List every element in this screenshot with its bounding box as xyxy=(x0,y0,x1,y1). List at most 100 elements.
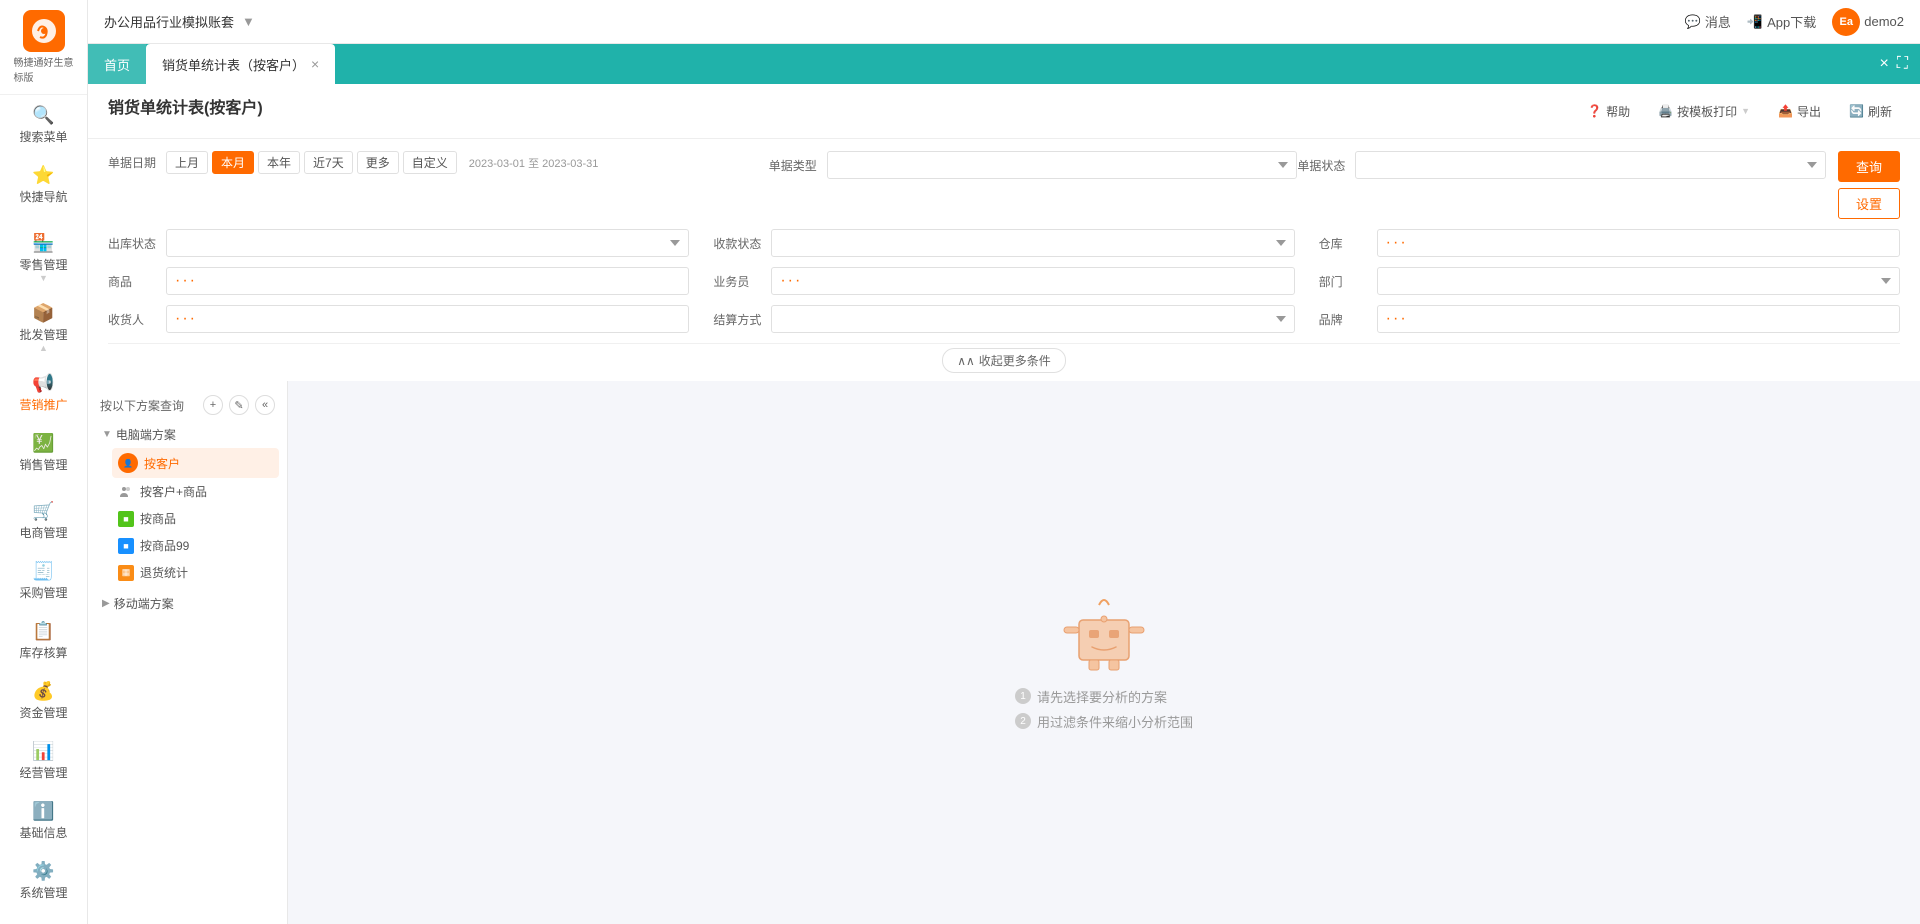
industry-dropdown-icon[interactable]: ▼ xyxy=(242,14,255,29)
by-customer-goods-icon xyxy=(118,484,134,500)
tab-sales-stat[interactable]: 销货单统计表（按客户） × xyxy=(146,44,335,84)
warehouse-input[interactable]: ··· xyxy=(1377,229,1900,257)
finance-icon: 💰 xyxy=(32,681,54,702)
tree-child-return-stat[interactable]: ▦ 退货统计 xyxy=(112,559,279,586)
retail-icon: 🏪 xyxy=(32,233,54,254)
by-goods-icon-text: ■ xyxy=(123,514,128,524)
sidebar-item-quicknav[interactable]: ⭐ 快捷导航 xyxy=(0,155,87,215)
appdownload-button[interactable]: 📲 App下载 xyxy=(1747,12,1816,31)
sidebar-item-ecommerce[interactable]: 🛒 电商管理 xyxy=(0,491,87,551)
operation-icon: 📊 xyxy=(32,741,54,762)
doctype-select[interactable] xyxy=(827,151,1298,179)
tree-parent-desktop[interactable]: ▼ 电脑端方案 xyxy=(96,421,279,448)
sidebar-item-basic-label: 基础信息 xyxy=(19,824,67,841)
tab-sales-stat-label: 销货单统计表（按客户） xyxy=(162,55,305,74)
wholesale-arrow-icon: ▲ xyxy=(39,343,48,353)
tabbar: 首页 销货单统计表（按客户） × × ⛶ xyxy=(88,44,1920,84)
logo-main-text: 畅捷通好生意 xyxy=(14,54,74,69)
date-btn-this-month[interactable]: 本月 xyxy=(212,151,254,174)
receiver-input[interactable]: ··· xyxy=(166,305,689,333)
refresh-button[interactable]: 🔄 刷新 xyxy=(1841,99,1900,124)
collapse-row: ∧∧ 收起更多条件 xyxy=(108,343,1900,381)
docstatus-select[interactable] xyxy=(1355,151,1826,179)
sidebar-item-purchase[interactable]: 🧾 采购管理 xyxy=(0,551,87,611)
help-icon: ❓ xyxy=(1587,104,1602,118)
settlement-select[interactable] xyxy=(771,305,1294,333)
print-button[interactable]: 🖨️ 按模板打印 ▼ xyxy=(1650,99,1758,124)
message-button[interactable]: 💬 消息 xyxy=(1685,12,1731,31)
sidebar-item-inventory[interactable]: 📋 库存核算 xyxy=(0,611,87,671)
department-label: 部门 xyxy=(1319,273,1369,290)
department-select[interactable] xyxy=(1377,267,1900,295)
goods-input[interactable]: ··· xyxy=(166,267,689,295)
date-btn-more[interactable]: 更多 xyxy=(357,151,399,174)
export-button[interactable]: 📤 导出 xyxy=(1770,99,1829,124)
sidebar-item-search[interactable]: 🔍 搜索菜单 xyxy=(0,95,87,155)
edit-icon: ✎ xyxy=(234,399,243,412)
sidebar-item-sales[interactable]: 💹 销售管理 xyxy=(0,423,87,483)
tree-parent-mobile-label: 移动端方案 xyxy=(114,595,174,612)
marketing-icon: 📢 xyxy=(32,373,54,394)
body-area: 按以下方案查询 + ✎ « xyxy=(88,381,1920,924)
date-btn-this-year[interactable]: 本年 xyxy=(258,151,300,174)
sidebar-item-operation[interactable]: 📊 经营管理 xyxy=(0,731,87,791)
message-icon: 💬 xyxy=(1685,14,1701,30)
sidebar-item-search-label: 搜索菜单 xyxy=(19,128,67,145)
help-label: 帮助 xyxy=(1606,103,1630,120)
tab-home-label: 首页 xyxy=(104,55,130,74)
tab-close-icon[interactable]: × xyxy=(311,57,319,71)
sidebar-item-marketing[interactable]: 📢 营销推广 xyxy=(0,363,87,423)
docstatus-filter-label: 单据状态 xyxy=(1297,157,1347,174)
tab-close-all-icon[interactable]: × xyxy=(1879,55,1888,73)
sidebar-item-ecommerce-label: 电商管理 xyxy=(19,524,67,541)
tree-child-by-goods[interactable]: ■ 按商品 xyxy=(112,505,279,532)
panel-collapse-button[interactable]: « xyxy=(255,395,275,415)
receiptstatus-select[interactable] xyxy=(771,229,1294,257)
brand-dots: ··· xyxy=(1386,310,1408,328)
sidebar-item-wholesale[interactable]: 📦 批发管理 ▲ xyxy=(0,293,87,363)
tree-child-by-customer[interactable]: 👤 按客户 xyxy=(112,448,279,478)
date-btn-7days[interactable]: 近7天 xyxy=(304,151,353,174)
sidebar: 畅捷通好生意 标版 🔍 搜索菜单 ⭐ 快捷导航 🏪 零售管理 ▼ 📦 批发管理 … xyxy=(0,0,88,924)
tree-section: ▼ 电脑端方案 👤 按客户 xyxy=(88,421,287,617)
sidebar-item-finance[interactable]: 💰 资金管理 xyxy=(0,671,87,731)
export-label: 导出 xyxy=(1797,103,1821,120)
help-button[interactable]: ❓ 帮助 xyxy=(1579,99,1638,124)
sidebar-item-sales-label: 销售管理 xyxy=(19,456,67,473)
tab-maximize-icon[interactable]: ⛶ xyxy=(1897,55,1908,73)
sidebar-item-system-label: 系统管理 xyxy=(19,884,67,901)
date-btn-last-month[interactable]: 上月 xyxy=(166,151,208,174)
appdownload-icon: 📲 xyxy=(1747,14,1763,30)
goods-label: 商品 xyxy=(108,273,158,290)
brand-input[interactable]: ··· xyxy=(1377,305,1900,333)
collapse-button[interactable]: ∧∧ 收起更多条件 xyxy=(942,348,1066,373)
sales-icon: 💹 xyxy=(32,433,54,454)
sidebar-logo: 畅捷通好生意 标版 xyxy=(0,0,87,95)
people-icon xyxy=(119,485,133,499)
sidebar-item-cooperation[interactable]: 🤝 企业协同 xyxy=(0,911,87,924)
sidebar-item-retail[interactable]: 🏪 零售管理 ▼ xyxy=(0,223,87,293)
tree-child-by-goods-99[interactable]: ■ 按商品99 xyxy=(112,532,279,559)
tree-parent-mobile[interactable]: ▶ 移动端方案 xyxy=(96,590,279,617)
query-button[interactable]: 查询 xyxy=(1838,151,1900,182)
user-profile[interactable]: Ea demo2 xyxy=(1832,8,1904,36)
sidebar-item-inventory-label: 库存核算 xyxy=(19,644,67,661)
sidebar-item-quicknav-label: 快捷导航 xyxy=(19,188,67,205)
message-label: 消息 xyxy=(1705,12,1731,31)
basic-icon: ℹ️ xyxy=(32,801,54,822)
collapse-up-icon: ∧∧ xyxy=(957,354,975,368)
tab-home[interactable]: 首页 xyxy=(88,44,146,84)
sidebar-item-retail-label: 零售管理 xyxy=(19,256,67,273)
salesperson-input[interactable]: ··· xyxy=(771,267,1294,295)
date-range-display: 2023-03-01 至 2023-03-31 xyxy=(469,155,599,171)
receiptstatus-label: 收款状态 xyxy=(713,235,763,252)
sidebar-item-basic[interactable]: ℹ️ 基础信息 xyxy=(0,791,87,851)
panel-edit-button[interactable]: ✎ xyxy=(229,395,249,415)
tip-num-1: 1 xyxy=(1015,688,1031,704)
tree-child-by-customer-goods[interactable]: 按客户+商品 xyxy=(112,478,279,505)
panel-add-button[interactable]: + xyxy=(203,395,223,415)
date-btn-custom[interactable]: 自定义 xyxy=(403,151,457,174)
sidebar-item-system[interactable]: ⚙️ 系统管理 xyxy=(0,851,87,911)
setting-button[interactable]: 设置 xyxy=(1838,188,1900,219)
outstatus-select[interactable] xyxy=(166,229,689,257)
